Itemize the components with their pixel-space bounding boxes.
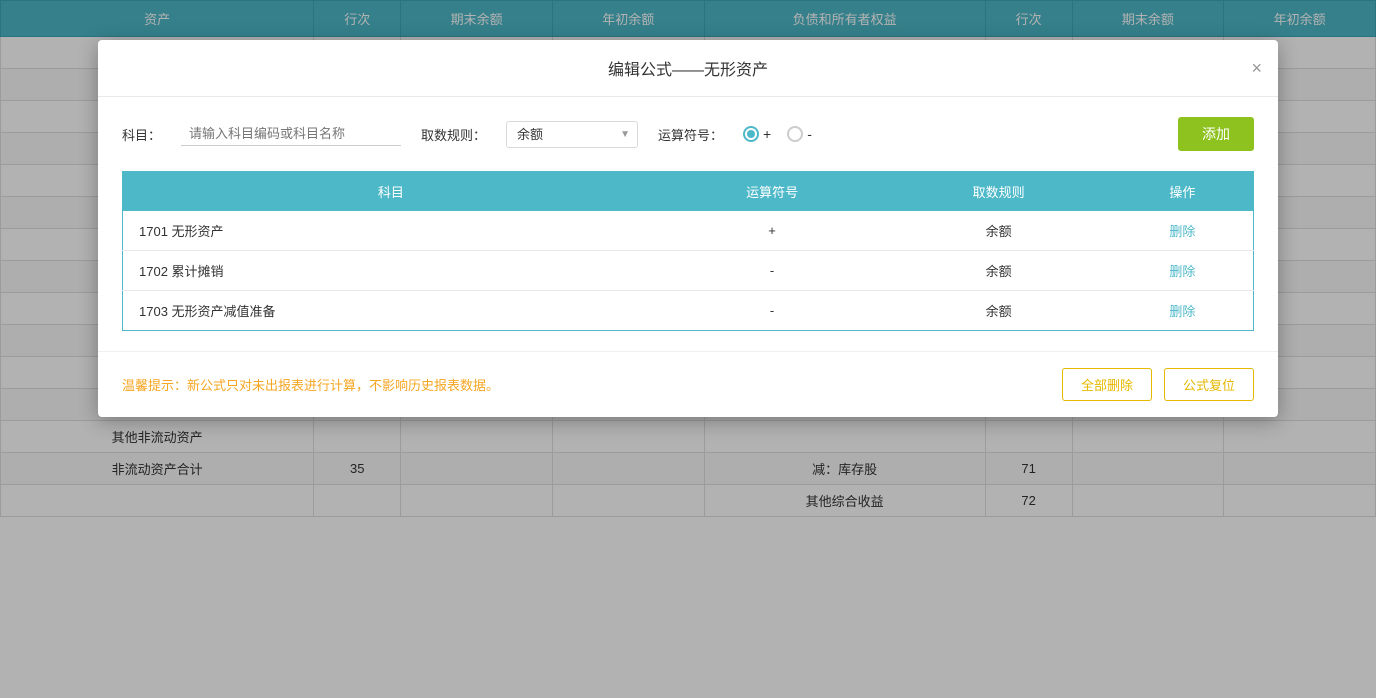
row2-operator: - [659,251,886,291]
th-subject: 科目 [123,172,659,212]
modal-container: 编辑公式——无形资产 × 科目： 取数规则： 余额 借方发生额 贷方发生额 借方… [98,40,1278,417]
rule-select-wrapper: 余额 借方发生额 贷方发生额 借方累计发生额 贷方累计发生额 ▼ [506,121,638,148]
rule-label: 取数规则： [421,125,486,144]
delete-all-button[interactable]: 全部删除 [1062,368,1152,401]
row1-action: 删除 [1112,211,1254,251]
delete-button-row2[interactable]: 删除 [1169,264,1195,279]
reset-formula-button[interactable]: 公式复位 [1164,368,1254,401]
radio-plus[interactable]: + [743,126,771,142]
rule-select[interactable]: 余额 借方发生额 贷方发生额 借方累计发生额 贷方累计发生额 [506,121,638,148]
radio-minus[interactable]: - [787,126,812,142]
radio-minus-circle [787,126,803,142]
subject-label: 科目： [122,125,161,144]
th-operator: 运算符号 [659,172,886,212]
radio-plus-circle [743,126,759,142]
operator-radio-group: + - [743,126,812,142]
row3-action: 删除 [1112,291,1254,331]
table-header-row: 科目 运算符号 取数规则 操作 [123,172,1254,212]
modal-overlay: 编辑公式——无形资产 × 科目： 取数规则： 余额 借方发生额 贷方发生额 借方… [0,0,1376,698]
modal-title: 编辑公式——无形资产 [608,56,768,80]
table-row: 1703 无形资产减值准备 - 余额 删除 [123,291,1254,331]
footer-tip: 温馨提示：新公式只对未出报表进行计算，不影响历史报表数据。 [122,375,499,394]
modal-body: 科目： 取数规则： 余额 借方发生额 贷方发生额 借方累计发生额 贷方累计发生额… [98,97,1278,351]
delete-button-row3[interactable]: 删除 [1169,304,1195,319]
row2-subject: 1702 累计摊销 [123,251,659,291]
subject-input[interactable] [181,122,401,146]
form-row: 科目： 取数规则： 余额 借方发生额 贷方发生额 借方累计发生额 贷方累计发生额… [122,117,1254,151]
row1-operator: + [659,211,886,251]
formula-table: 科目 运算符号 取数规则 操作 1701 无形资产 + 余额 删除 [122,171,1254,331]
row3-subject: 1703 无形资产减值准备 [123,291,659,331]
row1-rule: 余额 [885,211,1112,251]
radio-plus-label: + [763,126,771,142]
delete-button-row1[interactable]: 删除 [1169,224,1195,239]
row1-subject: 1701 无形资产 [123,211,659,251]
add-button[interactable]: 添加 [1178,117,1254,151]
radio-minus-label: - [807,126,812,142]
row3-operator: - [659,291,886,331]
footer-buttons: 全部删除 公式复位 [1062,368,1254,401]
row3-rule: 余额 [885,291,1112,331]
th-action: 操作 [1112,172,1254,212]
modal-header: 编辑公式——无形资产 × [98,40,1278,97]
table-row: 1701 无形资产 + 余额 删除 [123,211,1254,251]
row2-rule: 余额 [885,251,1112,291]
table-row: 1702 累计摊销 - 余额 删除 [123,251,1254,291]
modal-footer: 温馨提示：新公式只对未出报表进行计算，不影响历史报表数据。 全部删除 公式复位 [98,351,1278,417]
row2-action: 删除 [1112,251,1254,291]
th-rule: 取数规则 [885,172,1112,212]
operator-label: 运算符号： [658,125,723,144]
modal-close-button[interactable]: × [1251,59,1262,77]
